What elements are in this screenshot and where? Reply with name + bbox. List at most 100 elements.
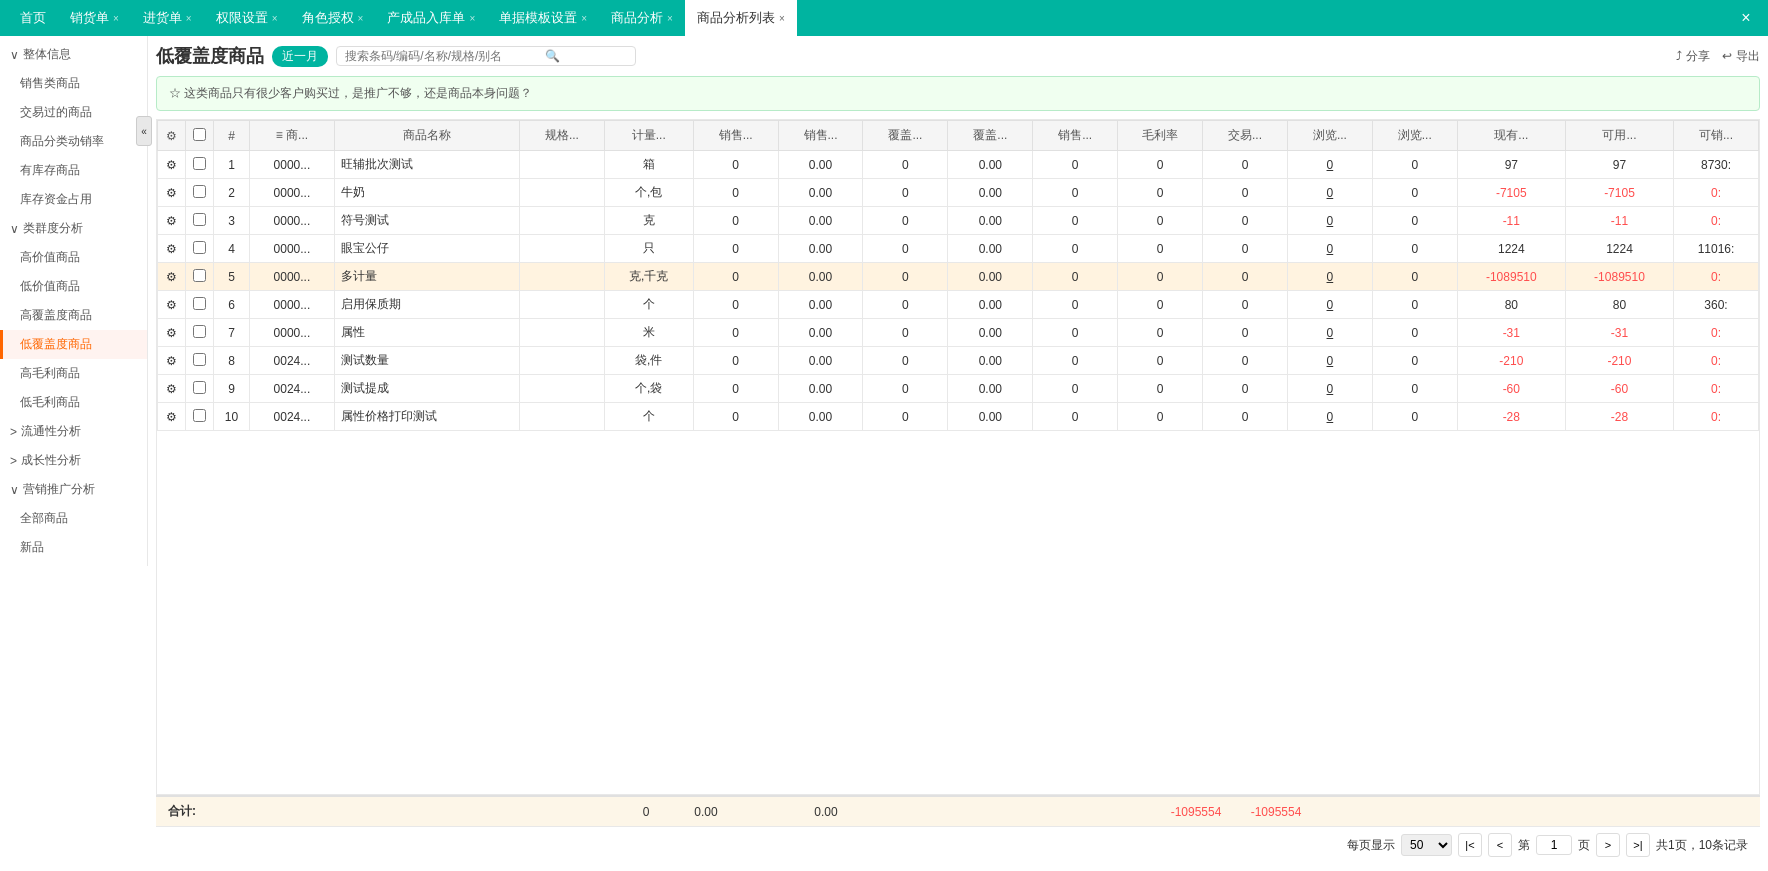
cell-checkbox[interactable] [186, 347, 214, 375]
row-gear-icon[interactable]: ⚙ [166, 354, 177, 368]
th-gross-rate[interactable]: 毛利率 [1118, 121, 1203, 151]
cell-gear[interactable]: ⚙ [158, 263, 186, 291]
sidebar-item-low-margin[interactable]: 低毛利商品 [0, 388, 147, 417]
th-sales-count[interactable]: 销售... [693, 121, 778, 151]
nav-product-entry[interactable]: 产成品入库单 × [375, 0, 487, 36]
nav-close-role-auth[interactable]: × [358, 13, 364, 24]
cell-checkbox[interactable] [186, 179, 214, 207]
per-page-select[interactable]: 50 20 100 [1401, 834, 1452, 856]
cell-checkbox[interactable] [186, 207, 214, 235]
nav-role-auth[interactable]: 角色授权 × [290, 0, 376, 36]
cell-checkbox[interactable] [186, 291, 214, 319]
cell-browse1[interactable]: 0 [1287, 375, 1372, 403]
cell-gear[interactable]: ⚙ [158, 207, 186, 235]
cell-gear[interactable]: ⚙ [158, 235, 186, 263]
cell-gear[interactable]: ⚙ [158, 291, 186, 319]
cell-checkbox[interactable] [186, 319, 214, 347]
sidebar-item-high-coverage[interactable]: 高覆盖度商品 [0, 301, 147, 330]
sidebar-item-in-stock[interactable]: 有库存商品 [0, 156, 147, 185]
row-checkbox[interactable] [193, 241, 206, 254]
th-code[interactable]: ≡ 商... [250, 121, 335, 151]
cell-checkbox[interactable] [186, 235, 214, 263]
row-gear-icon[interactable]: ⚙ [166, 382, 177, 396]
row-checkbox[interactable] [193, 185, 206, 198]
row-checkbox[interactable] [193, 381, 206, 394]
th-coverage1[interactable]: 覆盖... [863, 121, 948, 151]
cell-gear[interactable]: ⚙ [158, 347, 186, 375]
th-gear[interactable]: ⚙ [158, 121, 186, 151]
cell-checkbox[interactable] [186, 151, 214, 179]
cell-checkbox[interactable] [186, 375, 214, 403]
page-number-input[interactable] [1536, 835, 1572, 855]
th-coverage2[interactable]: 覆盖... [948, 121, 1033, 151]
nav-permission-settings[interactable]: 权限设置 × [204, 0, 290, 36]
row-checkbox[interactable] [193, 157, 206, 170]
nav-close-permission[interactable]: × [272, 13, 278, 24]
row-checkbox[interactable] [193, 213, 206, 226]
sidebar-item-category-turnover[interactable]: 商品分类动销率 [0, 127, 147, 156]
app-close-button[interactable]: × [1732, 4, 1760, 32]
sidebar-item-stock-capital[interactable]: 库存资金占用 [0, 185, 147, 214]
th-browse1[interactable]: 浏览... [1287, 121, 1372, 151]
sidebar-section-marketing[interactable]: ∨ 营销推广分析 [0, 475, 147, 504]
data-table-container[interactable]: ⚙ # ≡ 商... 商品名称 规格... 计量... [156, 119, 1760, 795]
prev-page-button[interactable]: < [1488, 833, 1512, 857]
search-input[interactable] [345, 49, 545, 63]
nav-close-purchase-order[interactable]: × [186, 13, 192, 24]
row-gear-icon[interactable]: ⚙ [166, 410, 177, 424]
cell-checkbox[interactable] [186, 403, 214, 431]
sidebar-section-growth[interactable]: > 成长性分析 [0, 446, 147, 475]
filter-tag-recent-month[interactable]: 近一月 [272, 46, 328, 67]
th-transaction[interactable]: 交易... [1203, 121, 1288, 151]
cell-browse1[interactable]: 0 [1287, 291, 1372, 319]
cell-gear[interactable]: ⚙ [158, 179, 186, 207]
sidebar-item-low-value[interactable]: 低价值商品 [0, 272, 147, 301]
nav-close-product-analysis-list[interactable]: × [779, 13, 785, 24]
sidebar-section-cluster[interactable]: ∨ 类群度分析 [0, 214, 147, 243]
sidebar-item-high-value[interactable]: 高价值商品 [0, 243, 147, 272]
cell-checkbox[interactable] [186, 263, 214, 291]
nav-home[interactable]: 首页 [8, 0, 58, 36]
cell-gear[interactable]: ⚙ [158, 403, 186, 431]
nav-close-doc-template[interactable]: × [581, 13, 587, 24]
cell-browse1[interactable]: 0 [1287, 403, 1372, 431]
th-current-stock[interactable]: 现有... [1457, 121, 1565, 151]
share-button[interactable]: ⤴ 分享 [1676, 48, 1710, 65]
sidebar-section-overall[interactable]: ∨ 整体信息 [0, 40, 147, 69]
sidebar-collapse-button[interactable]: « [136, 116, 152, 146]
row-checkbox[interactable] [193, 325, 206, 338]
sidebar-item-all-goods[interactable]: 全部商品 [0, 504, 147, 533]
cell-browse1[interactable]: 0 [1287, 235, 1372, 263]
th-unit[interactable]: 计量... [604, 121, 693, 151]
row-checkbox[interactable] [193, 409, 206, 422]
search-icon[interactable]: 🔍 [545, 49, 560, 63]
gear-icon[interactable]: ⚙ [166, 129, 177, 143]
row-gear-icon[interactable]: ⚙ [166, 298, 177, 312]
select-all-checkbox[interactable] [193, 128, 206, 141]
nav-close-sales-order[interactable]: × [113, 13, 119, 24]
th-checkbox[interactable] [186, 121, 214, 151]
row-gear-icon[interactable]: ⚙ [166, 242, 177, 256]
row-gear-icon[interactable]: ⚙ [166, 186, 177, 200]
nav-close-product-analysis[interactable]: × [667, 13, 673, 24]
first-page-button[interactable]: |< [1458, 833, 1482, 857]
sidebar-item-new-goods[interactable]: 新品 [0, 533, 147, 562]
last-page-button[interactable]: >| [1626, 833, 1650, 857]
row-checkbox[interactable] [193, 269, 206, 282]
row-gear-icon[interactable]: ⚙ [166, 214, 177, 228]
row-gear-icon[interactable]: ⚙ [166, 326, 177, 340]
th-spec[interactable]: 规格... [519, 121, 604, 151]
row-gear-icon[interactable]: ⚙ [166, 270, 177, 284]
cell-browse1[interactable]: 0 [1287, 347, 1372, 375]
nav-doc-template[interactable]: 单据模板设置 × [487, 0, 599, 36]
cell-gear[interactable]: ⚙ [158, 151, 186, 179]
cell-gear[interactable]: ⚙ [158, 375, 186, 403]
th-sales-stat[interactable]: 销售... [1033, 121, 1118, 151]
sidebar-item-low-coverage[interactable]: 低覆盖度商品 [0, 330, 147, 359]
nav-close-product-entry[interactable]: × [469, 13, 475, 24]
sidebar-item-traded-goods[interactable]: 交易过的商品 [0, 98, 147, 127]
sidebar-section-circulation[interactable]: > 流通性分析 [0, 417, 147, 446]
cell-browse1[interactable]: 0 [1287, 179, 1372, 207]
th-sellable[interactable]: 可销... [1674, 121, 1759, 151]
cell-browse1[interactable]: 0 [1287, 263, 1372, 291]
